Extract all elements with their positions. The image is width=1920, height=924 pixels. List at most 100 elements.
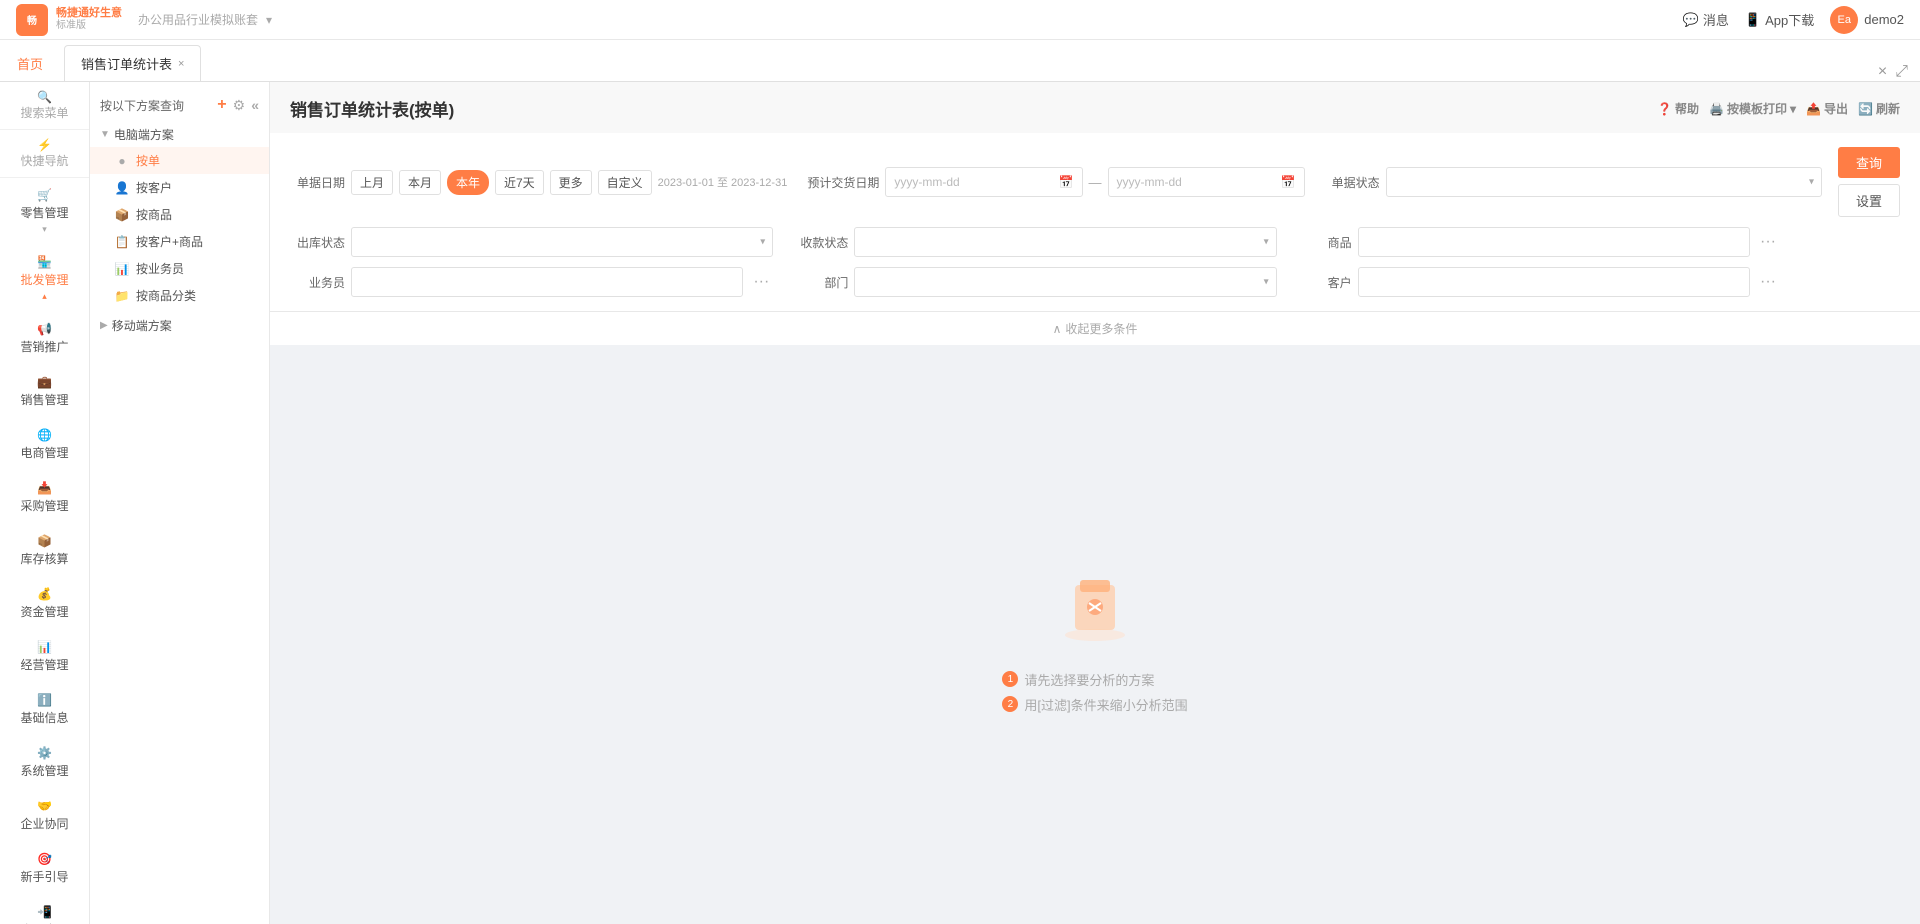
sidebar-item-finance[interactable]: 💰 资金管理: [0, 577, 89, 630]
customer-ellipsis-button[interactable]: ···: [1756, 273, 1780, 291]
topbar-left: 畅 畅捷通好生意 标准版 办公用品行业模拟账套 ▾: [16, 4, 272, 36]
salesperson-group: 业务员 ···: [290, 267, 773, 297]
print-dropdown-icon: ▾: [1790, 102, 1796, 116]
outbound-select[interactable]: [351, 227, 773, 257]
scheme-item-by-customer-goods[interactable]: 📋 按客户+商品: [90, 228, 269, 255]
message-button[interactable]: 💬 消息: [1683, 10, 1729, 29]
sidebar-item-marketing[interactable]: 📢 营销推广: [0, 312, 89, 365]
scheme-item-by-customer[interactable]: 👤 按客户: [90, 174, 269, 201]
scheme-settings-button[interactable]: ⚙: [233, 97, 246, 114]
export-button[interactable]: 📤 导出: [1806, 100, 1848, 117]
salesperson-input[interactable]: [351, 267, 743, 297]
dropdown-arrow-icon[interactable]: ▾: [266, 13, 272, 27]
date-btn-this-month[interactable]: 本月: [399, 170, 441, 195]
scheme-item-by-salesperson[interactable]: 📊 按业务员: [90, 255, 269, 282]
sidebar-quick-nav[interactable]: ⚡ 快捷导航: [0, 130, 89, 178]
query-button[interactable]: 查询: [1838, 147, 1900, 178]
dept-select[interactable]: [854, 267, 1276, 297]
sidebar-search[interactable]: 🔍 搜索菜单: [0, 82, 89, 130]
goods-input[interactable]: [1358, 227, 1750, 257]
goods-group: 商品 ···: [1277, 227, 1780, 257]
sidebar-item-basic[interactable]: ℹ️ 基础信息: [0, 683, 89, 736]
scheme-panel-header: 按以下方案查询 + ⚙ «: [90, 92, 269, 122]
avatar: Ea: [1830, 6, 1858, 34]
topbar-right: 💬 消息 📱 App下载 Ea demo2: [1683, 6, 1904, 34]
group-expand-icon: ▼: [100, 129, 110, 140]
filter-row-2: 出库状态 ▾ 收款状态: [290, 227, 1900, 257]
expected-date-end[interactable]: yyyy-mm-dd 📅: [1108, 167, 1305, 197]
date-range-display: 2023-01-01 至 2023-12-31: [658, 174, 788, 190]
scheme-item-by-goods[interactable]: 📦 按商品: [90, 201, 269, 228]
sidebar-item-operations[interactable]: 📊 经营管理: [0, 630, 89, 683]
date-btn-last-month[interactable]: 上月: [351, 170, 393, 195]
customer-input[interactable]: [1358, 267, 1750, 297]
tab-close-icon[interactable]: ×: [178, 58, 184, 70]
app-title: 畅捷通好生意: [56, 7, 122, 20]
minimize-icon[interactable]: ×: [1878, 63, 1887, 81]
scheme-item-by-category[interactable]: 📁 按商品分类: [90, 282, 269, 309]
scheme-icon-customer-goods: 📋: [114, 234, 130, 250]
empty-tip-2: 2 用[过滤]条件来缩小分析范围: [1002, 695, 1187, 714]
customer-label: 客户: [1297, 274, 1352, 291]
settings-button[interactable]: 设置: [1838, 184, 1900, 217]
date-btn-this-year[interactable]: 本年: [447, 170, 489, 195]
status-label: 单据状态: [1325, 174, 1380, 191]
scheme-icon-customer: 👤: [114, 180, 130, 196]
empty-state: 1 请先选择要分析的方案 2 用[过滤]条件来缩小分析范围: [270, 345, 1920, 924]
scheme-panel: 按以下方案查询 + ⚙ « ▼ 电脑端方案 ● 按单 👤 按客: [90, 82, 270, 924]
date-btn-last-7days[interactable]: 近7天: [495, 170, 544, 195]
sidebar-item-retail[interactable]: 🛒 零售管理 ▾: [0, 178, 89, 245]
salesperson-ellipsis-button[interactable]: ···: [749, 273, 773, 291]
outbound-label: 出库状态: [290, 234, 345, 251]
scheme-item-by-order[interactable]: ● 按单: [90, 147, 269, 174]
scheme-group-header-mobile[interactable]: ▶ 移动端方案: [90, 313, 269, 338]
app-subtitle: 标准版: [56, 20, 122, 32]
page-title-actions: ❓ 帮助 🖨️ 按模板打印 ▾ 📤 导出 �: [1657, 100, 1900, 117]
template-print-button[interactable]: 🖨️ 按模板打印 ▾: [1709, 100, 1796, 117]
filter-area: 单据日期 上月 本月 本年 近7天 更多 自定义 2023-01-01 至 20…: [270, 133, 1920, 312]
sidebar-item-system[interactable]: ⚙️ 系统管理: [0, 736, 89, 789]
status-select[interactable]: [1386, 167, 1822, 197]
scheme-add-button[interactable]: +: [217, 96, 226, 114]
goods-ellipsis-button[interactable]: ···: [1756, 233, 1780, 251]
group-expand-icon-mobile: ▶: [100, 320, 108, 331]
main-layout: 🔍 搜索菜单 ⚡ 快捷导航 🛒 零售管理 ▾ 🏪 批发管理 ▴ 📢 营销推广 💼…: [0, 82, 1920, 924]
help-button[interactable]: ❓ 帮助: [1657, 100, 1699, 117]
sidebar-item-newuser[interactable]: 🎯 新手引导: [0, 842, 89, 895]
status-select-wrap: ▾: [1386, 167, 1822, 197]
query-buttons-group: 查询 设置: [1822, 147, 1900, 217]
dropdown-title: 办公用品行业模拟账套: [138, 11, 258, 28]
date-btn-custom[interactable]: 自定义: [598, 170, 652, 195]
calendar-icon-start: 📅: [1059, 175, 1074, 189]
sidebar-item-inventory[interactable]: 📦 库存核算: [0, 524, 89, 577]
outbound-group: 出库状态 ▾: [290, 227, 773, 257]
sidebar-item-collaboration[interactable]: 🤝 企业协同: [0, 789, 89, 842]
sidebar-item-ecommerce[interactable]: 🌐 电商管理: [0, 418, 89, 471]
scheme-group-header-desktop[interactable]: ▼ 电脑端方案: [90, 122, 269, 147]
sidebar-item-purchase[interactable]: 📥 采购管理: [0, 471, 89, 524]
dept-group: 部门 ▾: [773, 267, 1276, 297]
content-area: 按以下方案查询 + ⚙ « ▼ 电脑端方案 ● 按单 👤 按客: [90, 82, 1920, 924]
sidebar: 🔍 搜索菜单 ⚡ 快捷导航 🛒 零售管理 ▾ 🏪 批发管理 ▴ 📢 营销推广 💼…: [0, 82, 90, 924]
date-btn-more[interactable]: 更多: [550, 170, 592, 195]
app-download-button[interactable]: 📱 App下载: [1745, 10, 1814, 29]
payment-group: 收款状态 ▾: [773, 227, 1276, 257]
sidebar-item-wholesale[interactable]: 🏪 批发管理 ▴: [0, 245, 89, 312]
refresh-button[interactable]: 🔄 刷新: [1858, 100, 1900, 117]
tab-sales-stat[interactable]: 销售订单统计表 ×: [64, 45, 201, 81]
expected-date-start[interactable]: yyyy-mm-dd 📅: [885, 167, 1082, 197]
dept-select-wrap: ▾: [854, 267, 1276, 297]
collapse-bar[interactable]: ∧ 收起更多条件: [270, 312, 1920, 345]
payment-label: 收款状态: [793, 234, 848, 251]
payment-select[interactable]: [854, 227, 1276, 257]
tab-home[interactable]: 首页: [0, 45, 60, 81]
user-menu-button[interactable]: Ea demo2: [1830, 6, 1904, 34]
dept-label: 部门: [793, 274, 848, 291]
scheme-collapse-button[interactable]: «: [251, 97, 259, 113]
sidebar-item-sales[interactable]: 💼 销售管理: [0, 365, 89, 418]
scheme-group-mobile: ▶ 移动端方案: [90, 313, 269, 338]
maximize-icon[interactable]: ⤢: [1895, 63, 1908, 81]
status-filter-group: 单据状态 ▾: [1305, 167, 1822, 197]
goods-label: 商品: [1297, 234, 1352, 251]
sidebar-item-appcenter[interactable]: 📲 应用中心: [0, 895, 89, 924]
